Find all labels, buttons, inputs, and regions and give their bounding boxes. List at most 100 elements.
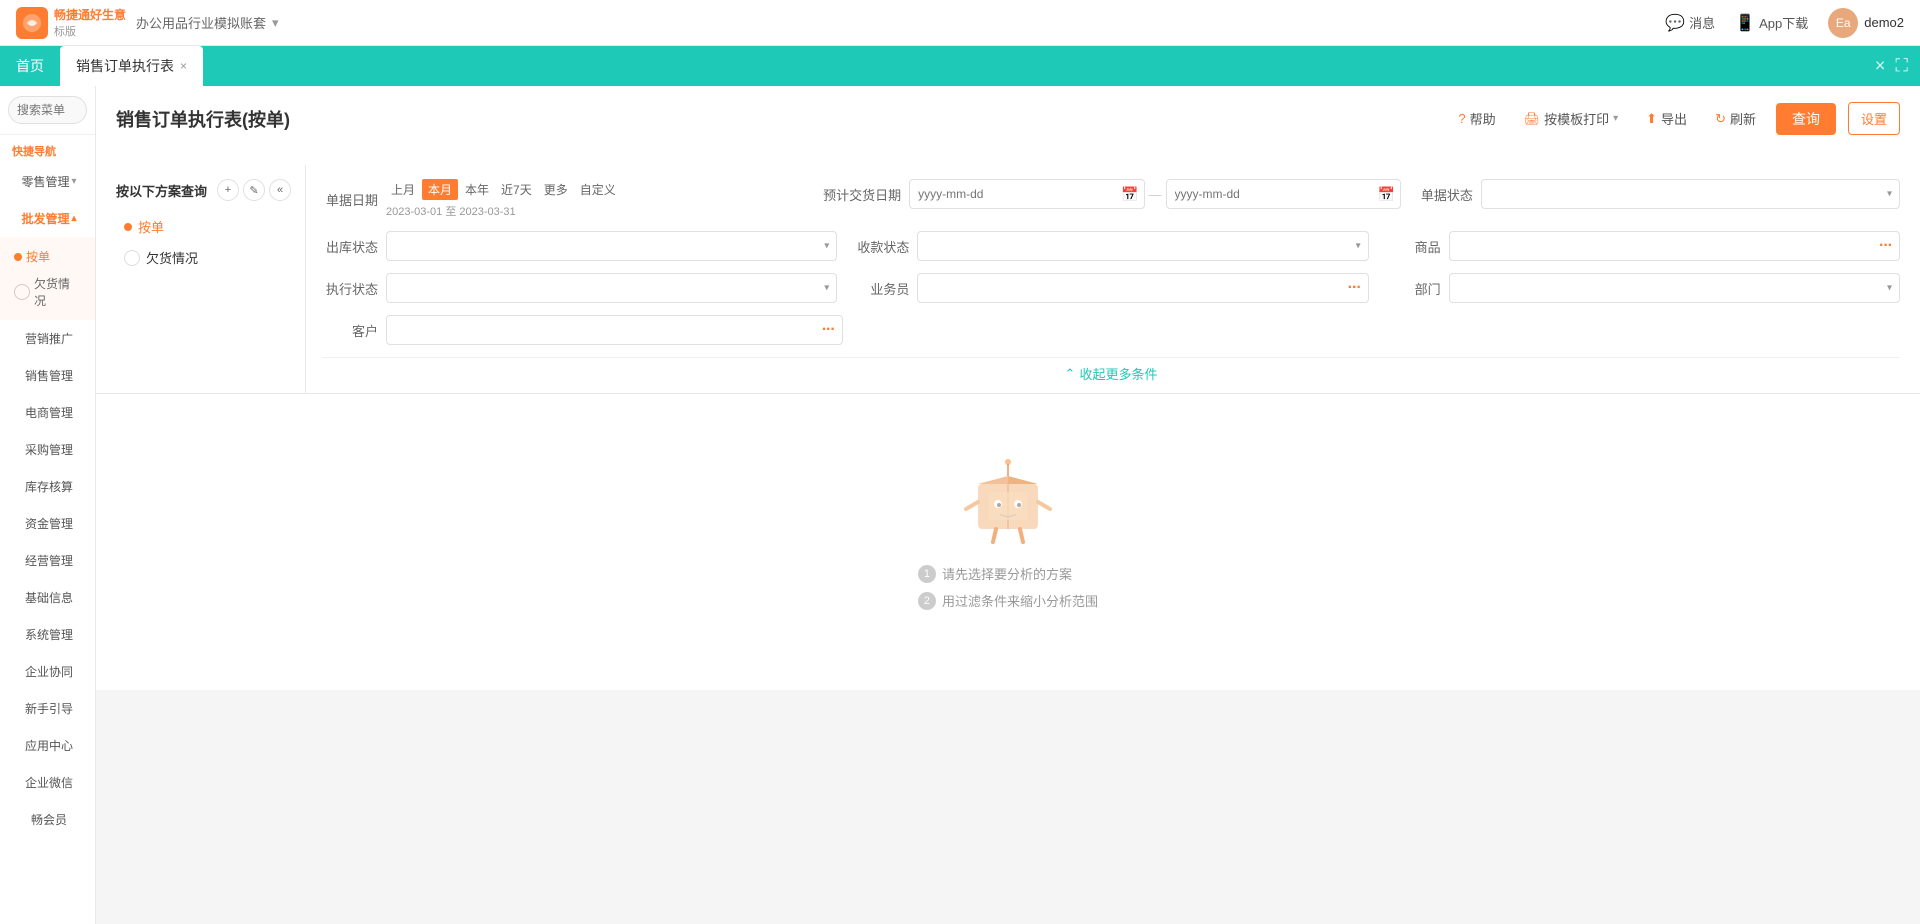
customer-input-wrap: ···	[386, 315, 843, 345]
empty-state-tips: 1 请先选择要分析的方案 2 用过滤条件来缩小分析范围	[918, 564, 1098, 610]
sidebar-item-按单[interactable]: 按单	[10, 243, 85, 270]
expected-date-to[interactable]	[1166, 179, 1401, 209]
tab-home[interactable]: 首页	[0, 46, 60, 86]
filter-panel: 按以下方案查询 + ✎ « 按单 欠货情况	[96, 165, 1920, 394]
app-download-action[interactable]: 📱 App下载	[1735, 13, 1808, 33]
state-tip-1: 1 请先选择要分析的方案	[918, 564, 1072, 583]
salesperson-more-icon[interactable]: ···	[1348, 279, 1361, 297]
out-status-select[interactable]	[386, 231, 837, 261]
date-tab-last-month[interactable]: 上月	[386, 179, 420, 200]
filter-fields: 单据日期 上月 本月 本年 近7天 更多 自定义	[306, 165, 1900, 393]
avatar-text: Ea	[1836, 16, 1851, 30]
scheme-label-欠货: 欠货情况	[146, 248, 198, 267]
tab-bar: 首页 销售订单执行表 × × ⛶	[0, 46, 1920, 86]
status-select[interactable]	[1481, 179, 1900, 209]
message-icon: 💬	[1665, 13, 1685, 33]
exec-status-select[interactable]	[386, 273, 837, 303]
sidebar-item-purchase[interactable]: 采购管理	[0, 431, 95, 468]
expected-date-field: 预计交货日期 📅 — 📅	[821, 179, 1401, 209]
export-btn[interactable]: ⬆ 导出	[1638, 105, 1695, 132]
receipt-status-select[interactable]	[917, 231, 1368, 261]
tab-sales-exec[interactable]: 销售订单执行表 ×	[60, 46, 203, 86]
sidebar-item-sales[interactable]: 销售管理	[0, 357, 95, 394]
department-select[interactable]	[1449, 273, 1900, 303]
department-select-wrap: ▾	[1449, 273, 1900, 303]
logo-text-block: 畅捷通好生意 标版	[54, 6, 126, 39]
add-scheme-btn[interactable]: +	[217, 179, 239, 201]
collapse-scheme-btn[interactable]: «	[269, 179, 291, 201]
scheme-item-按单[interactable]: 按单	[116, 211, 291, 242]
calendar-from-icon[interactable]: 📅	[1121, 186, 1138, 203]
goods-input[interactable]	[1449, 231, 1900, 261]
sidebar-item-wholesale[interactable]: 批发管理 ▴	[0, 200, 95, 237]
content-area: 销售订单执行表(按单) ? 帮助 🖨 按模板打印 ▾ ⬆ 导出	[96, 86, 1920, 924]
customer-label: 客户	[322, 321, 378, 340]
sidebar-item-retail[interactable]: 零售管理 ▾	[0, 163, 95, 200]
department-label: 部门	[1385, 279, 1441, 298]
collapse-btn[interactable]: ⌃ 收起更多条件	[1065, 364, 1158, 383]
scheme-actions: + ✎ «	[217, 179, 291, 201]
date-tab-custom[interactable]: 自定义	[575, 179, 621, 200]
page-actions: ? 帮助 🖨 按模板打印 ▾ ⬆ 导出 ↻ 刷新	[1450, 102, 1900, 135]
expected-date-range: 📅 — 📅	[909, 179, 1401, 209]
expected-date-label: 预计交货日期	[821, 185, 901, 204]
sidebar-item-marketing[interactable]: 营销推广	[0, 320, 95, 357]
sidebar-item-apps[interactable]: 应用中心	[0, 727, 95, 764]
page-title: 销售订单执行表(按单)	[116, 106, 290, 132]
print-btn[interactable]: 🖨 按模板打印 ▾	[1516, 105, 1627, 132]
status-field: 单据状态 ▾	[1417, 179, 1900, 209]
salesperson-input[interactable]	[917, 273, 1368, 303]
refresh-icon: ↻	[1715, 111, 1726, 127]
sidebar-item-inventory[interactable]: 库存核算	[0, 468, 95, 505]
customer-input[interactable]	[386, 315, 843, 345]
breadcrumb-arrow[interactable]: ▾	[272, 15, 279, 31]
sidebar-item-ecommerce[interactable]: 电商管理	[0, 394, 95, 431]
logo-area: 畅捷通好生意 标版	[16, 6, 126, 39]
scheme-label-按单: 按单	[138, 217, 164, 236]
receipt-status-field: 收款状态 ▾	[853, 231, 1368, 261]
expected-date-from[interactable]	[909, 179, 1144, 209]
customer-field: 客户 ···	[322, 315, 843, 345]
sidebar-item-system[interactable]: 系统管理	[0, 616, 95, 653]
goods-input-wrap: ···	[1449, 231, 1900, 261]
tab-close-btn[interactable]: ×	[1875, 56, 1886, 77]
date-tab-this-year[interactable]: 本年	[460, 179, 494, 200]
customer-more-icon[interactable]: ···	[822, 321, 835, 339]
sidebar-item-enterprise[interactable]: 企业协同	[0, 653, 95, 690]
date-tab-this-month[interactable]: 本月	[422, 179, 458, 200]
export-label: 导出	[1661, 109, 1687, 128]
sidebar-item-member[interactable]: 畅会员	[0, 801, 95, 838]
sidebar-item-欠货情况[interactable]: 欠货情况	[10, 270, 85, 314]
tab-expand-btn[interactable]: ⛶	[1895, 56, 1908, 77]
query-btn[interactable]: 查询	[1776, 103, 1836, 135]
help-btn[interactable]: ? 帮助	[1450, 105, 1503, 132]
logo-name: 畅捷通好生意	[54, 6, 126, 23]
sidebar-item-basics[interactable]: 基础信息	[0, 579, 95, 616]
app-download-icon: 📱	[1735, 13, 1755, 33]
sidebar-item-finance[interactable]: 资金管理	[0, 505, 95, 542]
date-tab-7days[interactable]: 近7天	[496, 179, 537, 200]
receipt-status-label: 收款状态	[853, 237, 909, 256]
tab-close-icon[interactable]: ×	[180, 59, 187, 73]
sidebar-item-newbie[interactable]: 新手引导	[0, 690, 95, 727]
receipt-status-select-wrap: ▾	[917, 231, 1368, 261]
goods-more-icon[interactable]: ···	[1879, 237, 1892, 255]
breadcrumb: 办公用品行业模拟账套 ▾	[136, 13, 279, 32]
user-area[interactable]: Ea demo2	[1828, 8, 1904, 38]
calendar-to-icon[interactable]: 📅	[1377, 186, 1394, 203]
message-action[interactable]: 💬 消息	[1665, 13, 1715, 33]
sidebar-item-operations[interactable]: 经营管理	[0, 542, 95, 579]
expected-date-from-wrap: 📅	[909, 179, 1144, 209]
settings-btn[interactable]: 设置	[1848, 102, 1900, 135]
exec-status-field: 执行状态 ▾	[322, 273, 837, 303]
empty-state: 1 请先选择要分析的方案 2 用过滤条件来缩小分析范围	[96, 394, 1920, 690]
refresh-btn[interactable]: ↻ 刷新	[1707, 105, 1764, 132]
edit-scheme-btn[interactable]: ✎	[243, 179, 265, 201]
print-arrow-icon: ▾	[1613, 113, 1618, 124]
scheme-item-欠货[interactable]: 欠货情况	[116, 242, 291, 273]
search-input[interactable]	[8, 96, 87, 124]
refresh-label: 刷新	[1730, 109, 1756, 128]
status-select-wrap: ▾	[1481, 179, 1900, 209]
sidebar-item-wechat[interactable]: 企业微信	[0, 764, 95, 801]
date-tab-more[interactable]: 更多	[539, 179, 573, 200]
